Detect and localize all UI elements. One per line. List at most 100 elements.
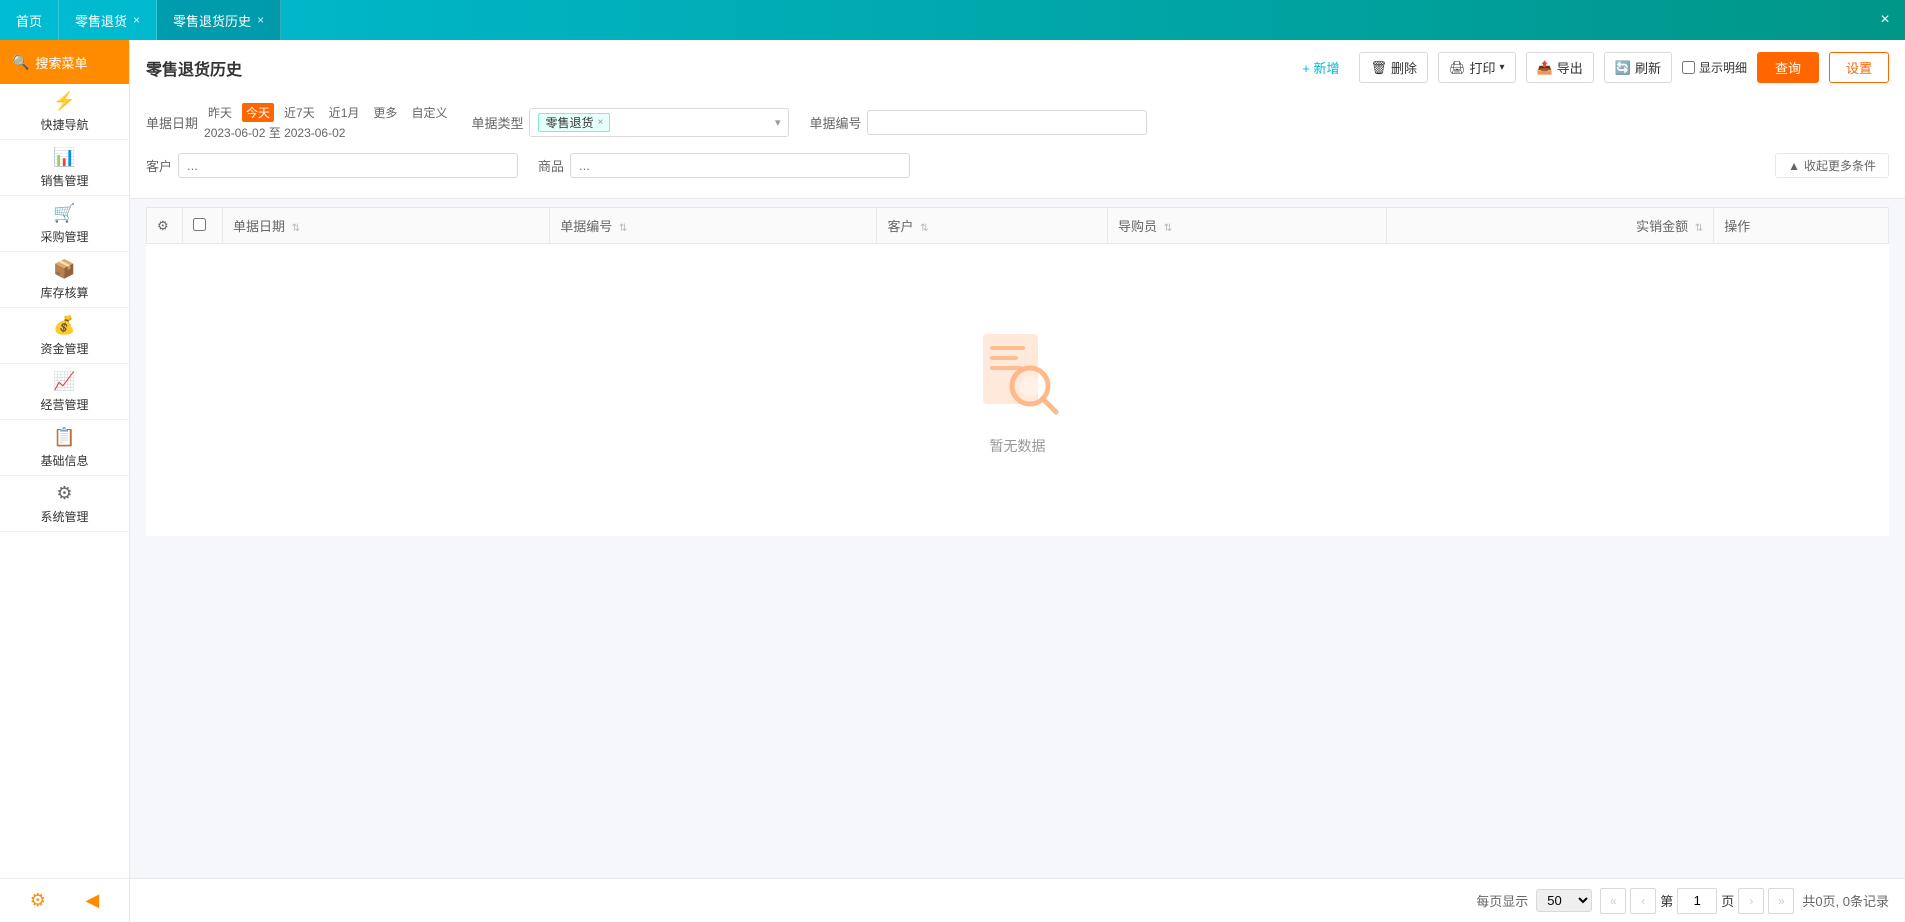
- sidebar-item-inventory[interactable]: 📦 库存核算: [0, 252, 129, 308]
- business-icon: 📈: [53, 371, 75, 392]
- tab-retail-return-history-close[interactable]: ×: [257, 13, 264, 27]
- date-yesterday[interactable]: 昨天: [204, 103, 236, 122]
- sidebar-item-purchase[interactable]: 🛒 采购管理: [0, 196, 129, 252]
- date-filter-options: 昨天 今天 近7天 近1月 更多 自定义 2023-06-02 至 2023-0…: [204, 103, 451, 141]
- filter-row-2: 客户 商品 ▲ 收起更多条件: [146, 149, 1889, 182]
- tab-retail-return-history[interactable]: 零售退货历史 ×: [157, 0, 281, 40]
- export-button[interactable]: 📤 导出: [1526, 52, 1594, 83]
- export-label: 导出: [1557, 58, 1583, 77]
- sidebar-collapse-icon[interactable]: ◀: [85, 890, 99, 911]
- sidebar: 🔍 搜索菜单 ⚡ 快捷导航 📊 销售管理 🛒 采购管理 📦 库存核算 💰 资金管…: [0, 40, 130, 922]
- table-area: ⚙ 单据日期 ⇅ 单据编号 ⇅ 客户: [130, 199, 1905, 878]
- page-unit: 页: [1721, 891, 1734, 910]
- th-checkbox[interactable]: [183, 208, 223, 244]
- tab-retail-return-history-label: 零售退货历史: [173, 11, 251, 30]
- sidebar-item-finance[interactable]: 💰 资金管理: [0, 308, 129, 364]
- prev-page-button[interactable]: ‹: [1630, 888, 1656, 914]
- th-date-label: 单据日期: [233, 219, 285, 234]
- date-today[interactable]: 今天: [242, 103, 274, 122]
- content-header: 零售退货历史 + 新增 🗑 删除 🖨 打印 ▾ 📤 导出: [130, 40, 1905, 199]
- sidebar-item-system[interactable]: ⚙ 系统管理: [0, 476, 129, 532]
- add-button[interactable]: + 新增: [1292, 53, 1349, 82]
- date-filter: 单据日期 昨天 今天 近7天 近1月 更多 自定义 2023-06-02 至 2…: [146, 103, 451, 141]
- page-input[interactable]: [1677, 888, 1717, 914]
- page-label: 第: [1660, 891, 1673, 910]
- show-detail-text: 显示明细: [1699, 59, 1747, 76]
- finance-icon: 💰: [53, 315, 75, 336]
- date-filter-label: 单据日期: [146, 113, 198, 132]
- th-amount-sort-icon: ⇅: [1695, 223, 1703, 234]
- date-custom[interactable]: 自定义: [407, 103, 451, 122]
- th-settings[interactable]: ⚙: [147, 208, 183, 244]
- tab-home-label: 首页: [16, 11, 42, 30]
- content-area: 零售退货历史 + 新增 🗑 删除 🖨 打印 ▾ 📤 导出: [130, 40, 1905, 922]
- last-page-button[interactable]: »: [1768, 888, 1794, 914]
- date-more[interactable]: 更多: [369, 103, 401, 122]
- voucher-type-select[interactable]: 零售退货 × ▾: [529, 108, 789, 137]
- th-no-label: 单据编号: [560, 219, 612, 234]
- date-7days[interactable]: 近7天: [280, 103, 319, 122]
- th-customer[interactable]: 客户 ⇅: [877, 208, 1108, 244]
- per-page-select[interactable]: 50 100 200: [1536, 889, 1592, 912]
- th-no[interactable]: 单据编号 ⇅: [550, 208, 877, 244]
- sidebar-settings-icon[interactable]: ⚙: [30, 890, 46, 911]
- voucher-type-filter: 单据类型 零售退货 × ▾: [471, 108, 789, 137]
- show-detail-checkbox[interactable]: [1682, 61, 1695, 74]
- sidebar-search-label: 搜索菜单: [35, 53, 87, 72]
- purchase-icon: 🛒: [53, 203, 75, 224]
- pagination-bar: 每页显示 50 100 200 « ‹ 第 页 › » 共0页, 0条记录: [130, 878, 1905, 922]
- quick-nav-label: 快捷导航: [40, 116, 88, 133]
- sidebar-bottom: ⚙ ◀: [0, 878, 129, 922]
- top-bar: 首页 零售退货 × 零售退货历史 × ×: [0, 0, 1905, 40]
- sidebar-item-business[interactable]: 📈 经营管理: [0, 364, 129, 420]
- sidebar-item-sales[interactable]: 📊 销售管理: [0, 140, 129, 196]
- basic-info-icon: 📋: [53, 427, 75, 448]
- voucher-type-value: 零售退货: [545, 114, 593, 131]
- voucher-type-tag: 零售退货 ×: [538, 113, 610, 132]
- toolbar: + 新增 🗑 删除 🖨 打印 ▾ 📤 导出 🔄: [1292, 52, 1889, 83]
- goods-label: 商品: [538, 156, 564, 175]
- page-title: 零售退货历史: [146, 56, 242, 80]
- voucher-type-remove[interactable]: ×: [597, 117, 603, 128]
- th-guide[interactable]: 导购员 ⇅: [1108, 208, 1387, 244]
- search-icon: 🔍: [12, 54, 29, 71]
- select-all-checkbox[interactable]: [193, 218, 206, 231]
- th-customer-sort-icon: ⇅: [920, 223, 928, 234]
- tab-retail-return-label: 零售退货: [75, 11, 127, 30]
- th-amount[interactable]: 实销金额 ⇅: [1386, 208, 1713, 244]
- refresh-button[interactable]: 🔄 刷新: [1604, 52, 1672, 83]
- print-icon: 🖨: [1449, 60, 1466, 76]
- setting-button[interactable]: 设置: [1829, 52, 1889, 83]
- delete-icon: 🗑: [1370, 60, 1387, 76]
- first-page-button[interactable]: «: [1600, 888, 1626, 914]
- customer-label: 客户: [146, 156, 172, 175]
- th-date[interactable]: 单据日期 ⇅: [223, 208, 550, 244]
- tab-retail-return[interactable]: 零售退货 ×: [59, 0, 157, 40]
- collapse-icon: ▲: [1788, 159, 1800, 173]
- query-button[interactable]: 查询: [1757, 52, 1819, 83]
- next-page-button[interactable]: ›: [1738, 888, 1764, 914]
- sidebar-item-quick-nav[interactable]: ⚡ 快捷导航: [0, 84, 129, 140]
- print-button[interactable]: 🖨 打印 ▾: [1438, 52, 1516, 83]
- goods-input[interactable]: [570, 153, 910, 178]
- date-1month[interactable]: 近1月: [325, 103, 364, 122]
- show-detail-label[interactable]: 显示明细: [1682, 59, 1747, 76]
- sidebar-search[interactable]: 🔍 搜索菜单: [0, 40, 129, 84]
- tab-home[interactable]: 首页: [0, 0, 59, 40]
- refresh-icon: 🔄: [1615, 60, 1631, 76]
- finance-label: 资金管理: [40, 340, 88, 357]
- delete-button[interactable]: 🗑 删除: [1359, 52, 1428, 83]
- collapse-button[interactable]: ▲ 收起更多条件: [1775, 153, 1889, 178]
- voucher-type-label: 单据类型: [471, 113, 523, 132]
- th-action: 操作: [1714, 208, 1889, 244]
- th-guide-sort-icon: ⇅: [1164, 223, 1172, 234]
- window-close-button[interactable]: ×: [1865, 0, 1905, 40]
- sidebar-item-basic-info[interactable]: 📋 基础信息: [0, 420, 129, 476]
- customer-input[interactable]: [178, 153, 518, 178]
- th-no-sort-icon: ⇅: [619, 223, 627, 234]
- th-date-sort-icon: ⇅: [292, 223, 300, 234]
- voucher-no-input[interactable]: [867, 110, 1147, 135]
- tab-retail-return-close[interactable]: ×: [133, 13, 140, 27]
- customer-filter: 客户: [146, 153, 518, 178]
- inventory-label: 库存核算: [40, 284, 88, 301]
